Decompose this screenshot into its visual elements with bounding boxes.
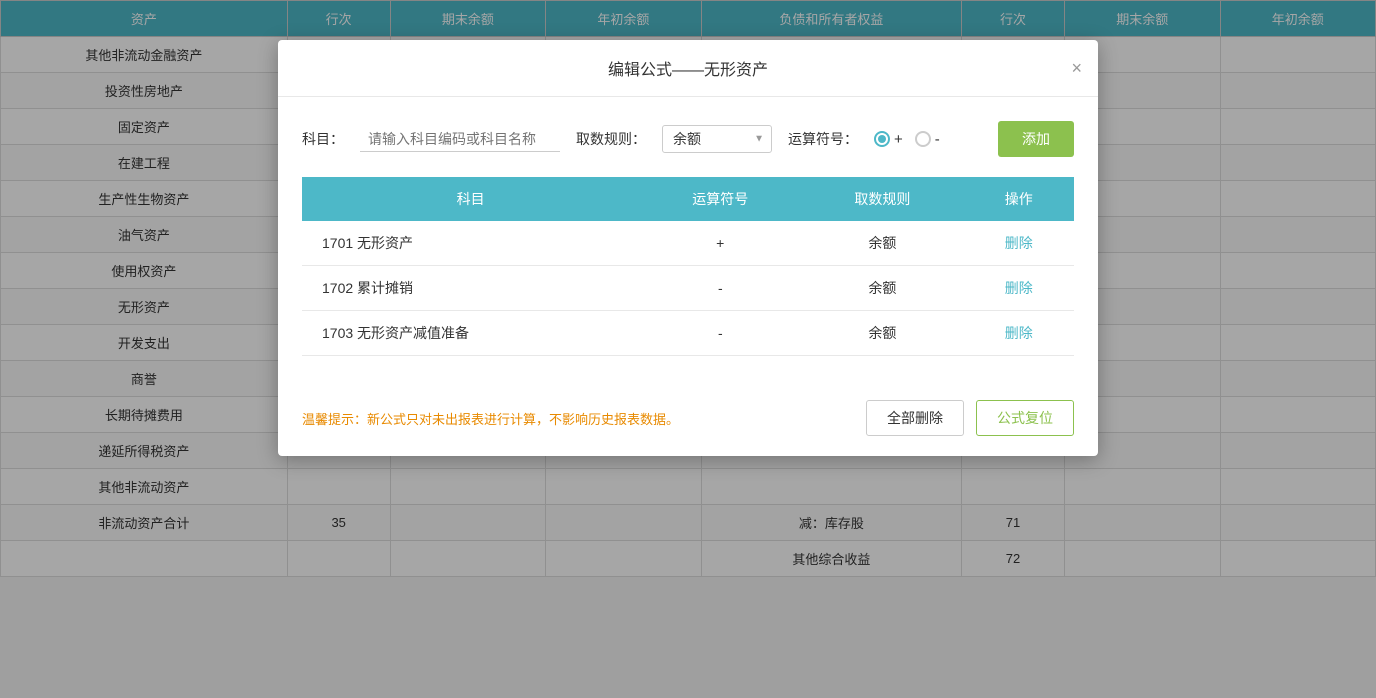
table-col-header: 操作 [963,177,1074,221]
table-header: 科目运算符号取数规则操作 [302,177,1074,221]
cell-operator: - [639,311,801,356]
table-row: 1702 累计摊销-余额 删除 [302,266,1074,311]
radio-minus-circle [915,131,931,147]
cell-operator: + [639,221,801,266]
cell-action: 删除 [963,266,1074,311]
footer-hint: 温馨提示：新公式只对未出报表进行计算，不影响历史报表数据。 [302,409,679,428]
table-row: 1703 无形资产减值准备-余额 删除 [302,311,1074,356]
subject-label: 科目： [302,129,344,149]
edit-formula-dialog: 编辑公式——无形资产 × 科目： 取数规则： 余额借方贷方借方发生额贷方发生额 … [278,40,1098,456]
table-col-header: 取数规则 [801,177,963,221]
cell-operator: - [639,266,801,311]
cell-rule: 余额 [801,311,963,356]
dialog-header: 编辑公式——无形资产 × [278,40,1098,97]
dialog-body: 科目： 取数规则： 余额借方贷方借方发生额贷方发生额 运算符号： + [278,97,1098,388]
cell-subject: 1701 无形资产 [302,221,639,266]
delete-all-button[interactable]: 全部删除 [866,400,964,436]
cell-subject: 1702 累计摊销 [302,266,639,311]
dialog-title: 编辑公式——无形资产 [608,56,768,80]
delete-link[interactable]: 删除 [1005,280,1033,296]
radio-minus[interactable]: - [915,131,940,148]
dialog-footer: 温馨提示：新公式只对未出报表进行计算，不影响历史报表数据。 全部删除 公式复位 [278,388,1098,456]
cell-rule: 余额 [801,221,963,266]
radio-plus[interactable]: + [874,131,903,148]
delete-link[interactable]: 删除 [1005,325,1033,341]
plus-label: + [894,131,903,148]
cell-rule: 余额 [801,266,963,311]
table-col-header: 运算符号 [639,177,801,221]
cell-action: 删除 [963,311,1074,356]
cell-subject: 1703 无形资产减值准备 [302,311,639,356]
table-row: 1701 无形资产+余额 删除 [302,221,1074,266]
form-row: 科目： 取数规则： 余额借方贷方借方发生额贷方发生额 运算符号： + [302,121,1074,157]
add-button[interactable]: 添加 [998,121,1074,157]
modal-overlay: 编辑公式——无形资产 × 科目： 取数规则： 余额借方贷方借方发生额贷方发生额 … [0,0,1376,698]
reset-button[interactable]: 公式复位 [976,400,1074,436]
minus-label: - [935,131,940,148]
subject-input[interactable] [360,127,560,152]
table-col-header: 科目 [302,177,639,221]
page-container: 资产行次期末余额年初余额负债和所有者权益行次期末余额年初余额 其他非流动金融资产… [0,0,1376,698]
operator-radio-group: + - [874,131,940,148]
operator-label: 运算符号： [788,129,858,149]
table-body: 1701 无形资产+余额删除1702 累计摊销-余额删除1703 无形资产减值准… [302,221,1074,356]
footer-buttons: 全部删除 公式复位 [866,400,1074,436]
rule-select-wrapper: 余额借方贷方借方发生额贷方发生额 [662,125,772,153]
rule-label: 取数规则： [576,129,646,149]
cell-action: 删除 [963,221,1074,266]
formula-table: 科目运算符号取数规则操作 1701 无形资产+余额删除1702 累计摊销-余额删… [302,177,1074,356]
rule-select[interactable]: 余额借方贷方借方发生额贷方发生额 [662,125,772,153]
radio-plus-circle [874,131,890,147]
delete-link[interactable]: 删除 [1005,235,1033,251]
close-button[interactable]: × [1071,59,1082,77]
